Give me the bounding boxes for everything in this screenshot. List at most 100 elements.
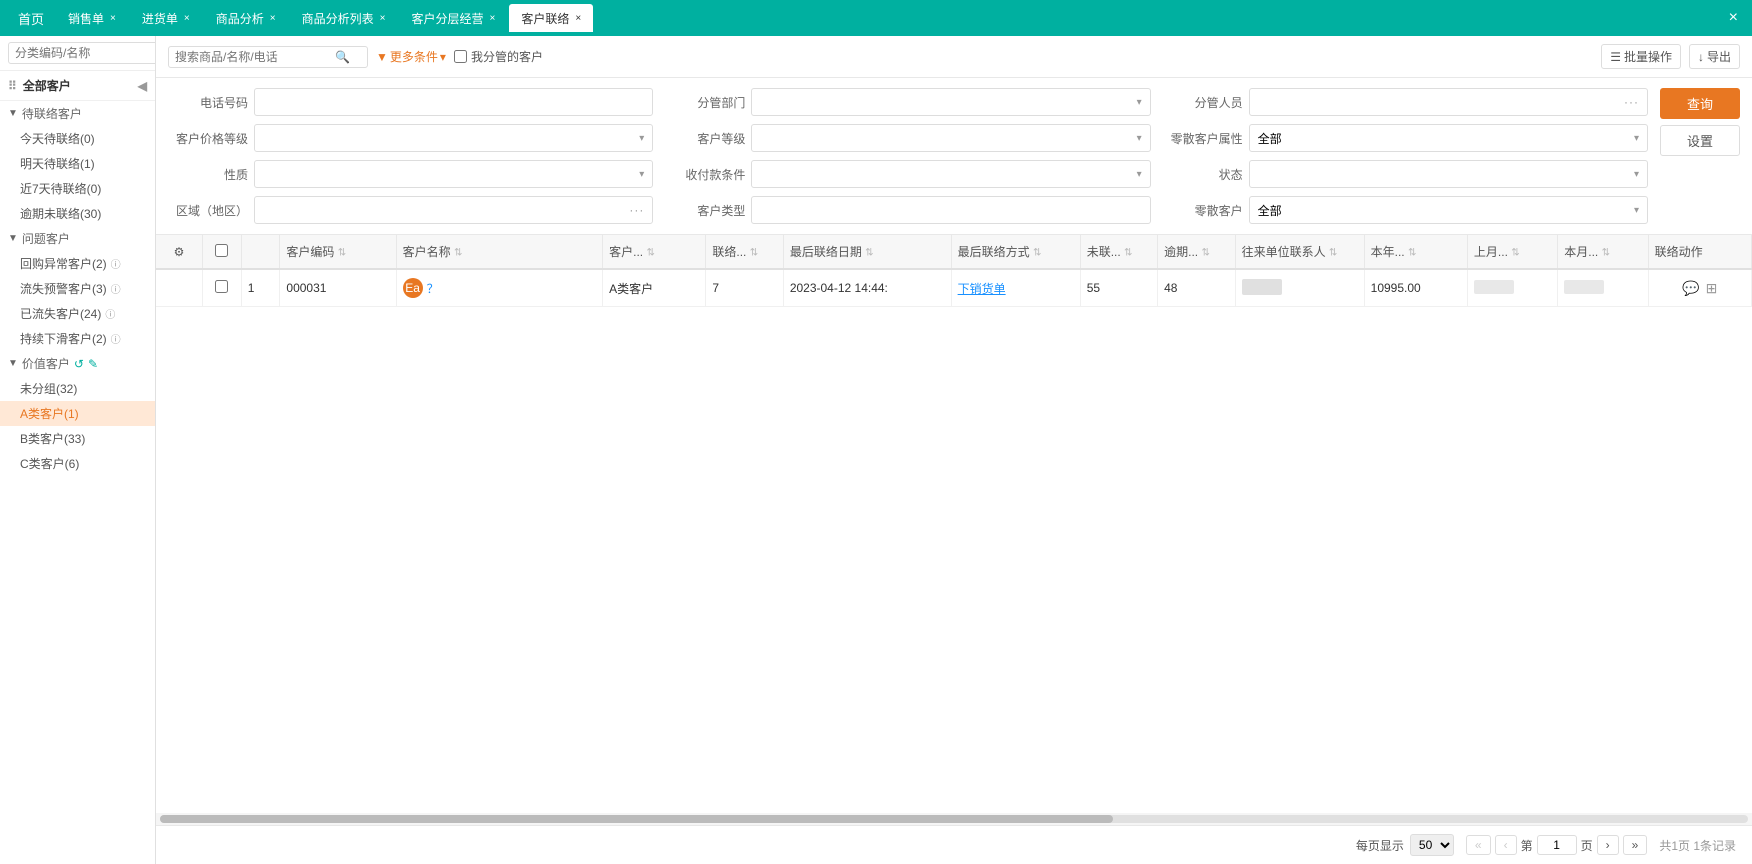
filter-more-btn[interactable]: ▼ 更多条件 ▾ [376, 48, 446, 65]
nav-home[interactable]: 首页 [8, 9, 54, 28]
batch-op-btn[interactable]: ☰ 批量操作 [1601, 44, 1681, 69]
horizontal-scrollbar[interactable] [156, 813, 1752, 825]
th-last-month[interactable]: 上月... ⇅ [1467, 235, 1557, 269]
last-method-link[interactable]: 下销货单 [958, 282, 1006, 296]
sidebar-item-declining[interactable]: 持续下滑客户(2) ⓘ [0, 326, 155, 351]
customer-type-input[interactable] [751, 196, 1150, 224]
sidebar-item-7days[interactable]: 近7天待联络(0) [0, 176, 155, 201]
message-icon[interactable]: 💬 [1682, 280, 1699, 297]
sidebar-item-today[interactable]: 今天待联络(0) [0, 126, 155, 151]
row-name: Ea ？ [396, 269, 603, 307]
table-row: 1 000031 Ea ？ A类客户 7 2023-04 [156, 269, 1752, 307]
price-level-select[interactable]: ▾ [254, 124, 653, 152]
close-customer-contact-tab[interactable]: × [575, 13, 581, 24]
nav-tab-purchase[interactable]: 进货单 × [130, 4, 202, 32]
sidebar-item-tomorrow[interactable]: 明天待联络(1) [0, 151, 155, 176]
payment-select[interactable]: ▾ [751, 160, 1150, 188]
close-purchase-tab[interactable]: × [184, 13, 190, 24]
customer-avatar: Ea [403, 278, 423, 298]
filter-actions: ☰ 批量操作 ↓ 导出 [1601, 44, 1740, 69]
unit-contact-placeholder [1242, 279, 1282, 295]
retail-attr-select[interactable]: 全部 ▾ [1249, 124, 1648, 152]
last-page-btn[interactable]: » [1623, 835, 1648, 855]
qr-icon[interactable]: ⊞ [1706, 280, 1718, 297]
sidebar-item-ungrouped[interactable]: 未分组(32) [0, 376, 155, 401]
customer-level-select[interactable]: ▾ [751, 124, 1150, 152]
my-customers-check[interactable] [454, 50, 467, 63]
next-page-btn[interactable]: › [1597, 835, 1619, 855]
th-last-method[interactable]: 最后联络方式 ⇅ [951, 235, 1080, 269]
sidebar-item-abnormal[interactable]: 回购异常客户(2) ⓘ [0, 251, 155, 276]
select-all-checkbox[interactable] [215, 244, 228, 257]
sidebar-search-input[interactable] [8, 42, 156, 64]
close-customer-layer-tab[interactable]: × [489, 13, 495, 24]
th-category[interactable]: 客户... ⇅ [603, 235, 706, 269]
filter-phone: 电话号码 [168, 88, 653, 116]
filter-search-input[interactable] [175, 50, 335, 64]
status-select[interactable]: ▾ [1249, 160, 1648, 188]
sidebar-all-customers[interactable]: ⠿ 全部客户 ◀ [0, 71, 155, 101]
page-size-select[interactable]: 50 [1410, 834, 1454, 856]
dept-select[interactable]: ▾ [751, 88, 1150, 116]
th-overdue[interactable]: 逾期... ⇅ [1158, 235, 1235, 269]
phone-input[interactable] [254, 88, 653, 116]
table-area: ⚙ 客户编码 ⇅ 客户名称 ⇅ [156, 235, 1752, 813]
close-sales-tab[interactable]: × [110, 13, 116, 24]
query-button[interactable]: 查询 [1660, 88, 1740, 119]
this-month-placeholder [1564, 280, 1604, 294]
row-gear [156, 269, 202, 307]
nav-tab-analysis-list[interactable]: 商品分析列表 × [290, 4, 398, 32]
nav-tab-customer-contact[interactable]: 客户联络 × [509, 4, 593, 32]
th-contact[interactable]: 联络... ⇅ [706, 235, 783, 269]
th-last-date[interactable]: 最后联络日期 ⇅ [783, 235, 951, 269]
close-analysis-list-tab[interactable]: × [380, 13, 386, 24]
refresh-icon[interactable]: ↺ [74, 357, 84, 371]
th-unit-contact[interactable]: 往来单位联系人 ⇅ [1235, 235, 1364, 269]
scrollbar-thumb[interactable] [160, 815, 1113, 823]
th-name[interactable]: 客户名称 ⇅ [396, 235, 603, 269]
th-this-year[interactable]: 本年... ⇅ [1364, 235, 1467, 269]
edit-icon[interactable]: ✎ [88, 357, 98, 371]
th-code[interactable]: 客户编码 ⇅ [280, 235, 396, 269]
status-arrow: ▾ [1634, 169, 1639, 180]
th-gear[interactable]: ⚙ [156, 235, 202, 269]
region-input[interactable]: ··· [254, 196, 653, 224]
sidebar-item-overdue[interactable]: 逾期未联络(30) [0, 201, 155, 226]
filter-person: 分管人员 ··· [1163, 88, 1648, 116]
th-this-month[interactable]: 本月... ⇅ [1558, 235, 1648, 269]
retail-select[interactable]: 全部 ▾ [1249, 196, 1648, 224]
th-no-contact[interactable]: 未联... ⇅ [1080, 235, 1157, 269]
sidebar-collapse-icon[interactable]: ◀ [138, 79, 147, 93]
nav-tab-sales[interactable]: 销售单 × [56, 4, 128, 32]
sidebar-item-a-class[interactable]: A类客户(1) [0, 401, 155, 426]
page-number-input[interactable] [1537, 835, 1577, 855]
close-all-tabs[interactable]: × [1723, 9, 1744, 27]
sidebar-group-value[interactable]: ▼ 价值客户 ↺ ✎ [0, 351, 155, 376]
export-btn[interactable]: ↓ 导出 [1689, 44, 1740, 69]
nature-label: 性质 [168, 166, 248, 183]
row-checkbox[interactable] [215, 280, 228, 293]
table-header-row: ⚙ 客户编码 ⇅ 客户名称 ⇅ [156, 235, 1752, 269]
settings-button[interactable]: 设置 [1660, 125, 1740, 156]
nature-select[interactable]: ▾ [254, 160, 653, 188]
batch-icon: ☰ [1610, 50, 1621, 64]
first-page-btn[interactable]: « [1466, 835, 1491, 855]
sidebar-item-churn-warning[interactable]: 流失预警客户(3) ⓘ [0, 276, 155, 301]
sidebar-group-pending[interactable]: ▼ 待联络客户 [0, 101, 155, 126]
person-input[interactable]: ··· [1249, 88, 1648, 116]
export-icon: ↓ [1698, 50, 1704, 64]
close-analysis-tab[interactable]: × [270, 13, 276, 24]
sidebar-item-churned[interactable]: 已流失客户(24) ⓘ [0, 301, 155, 326]
filter-search-icon[interactable]: 🔍 [335, 50, 350, 64]
sidebar-item-c-class[interactable]: C类客户(6) [0, 451, 155, 476]
scrollbar-track [160, 815, 1748, 823]
nav-tab-analysis[interactable]: 商品分析 × [204, 4, 288, 32]
nav-tab-customer-layer[interactable]: 客户分层经营 × [399, 4, 507, 32]
row-contact: 7 [706, 269, 783, 307]
prev-page-btn[interactable]: ‹ [1495, 835, 1517, 855]
sidebar-item-b-class[interactable]: B类客户(33) [0, 426, 155, 451]
sidebar-problem-triangle: ▼ [8, 233, 18, 244]
sidebar-group-problem[interactable]: ▼ 问题客户 [0, 226, 155, 251]
my-customers-checkbox: 我分管的客户 [454, 48, 543, 65]
person-dots: ··· [1624, 95, 1639, 109]
